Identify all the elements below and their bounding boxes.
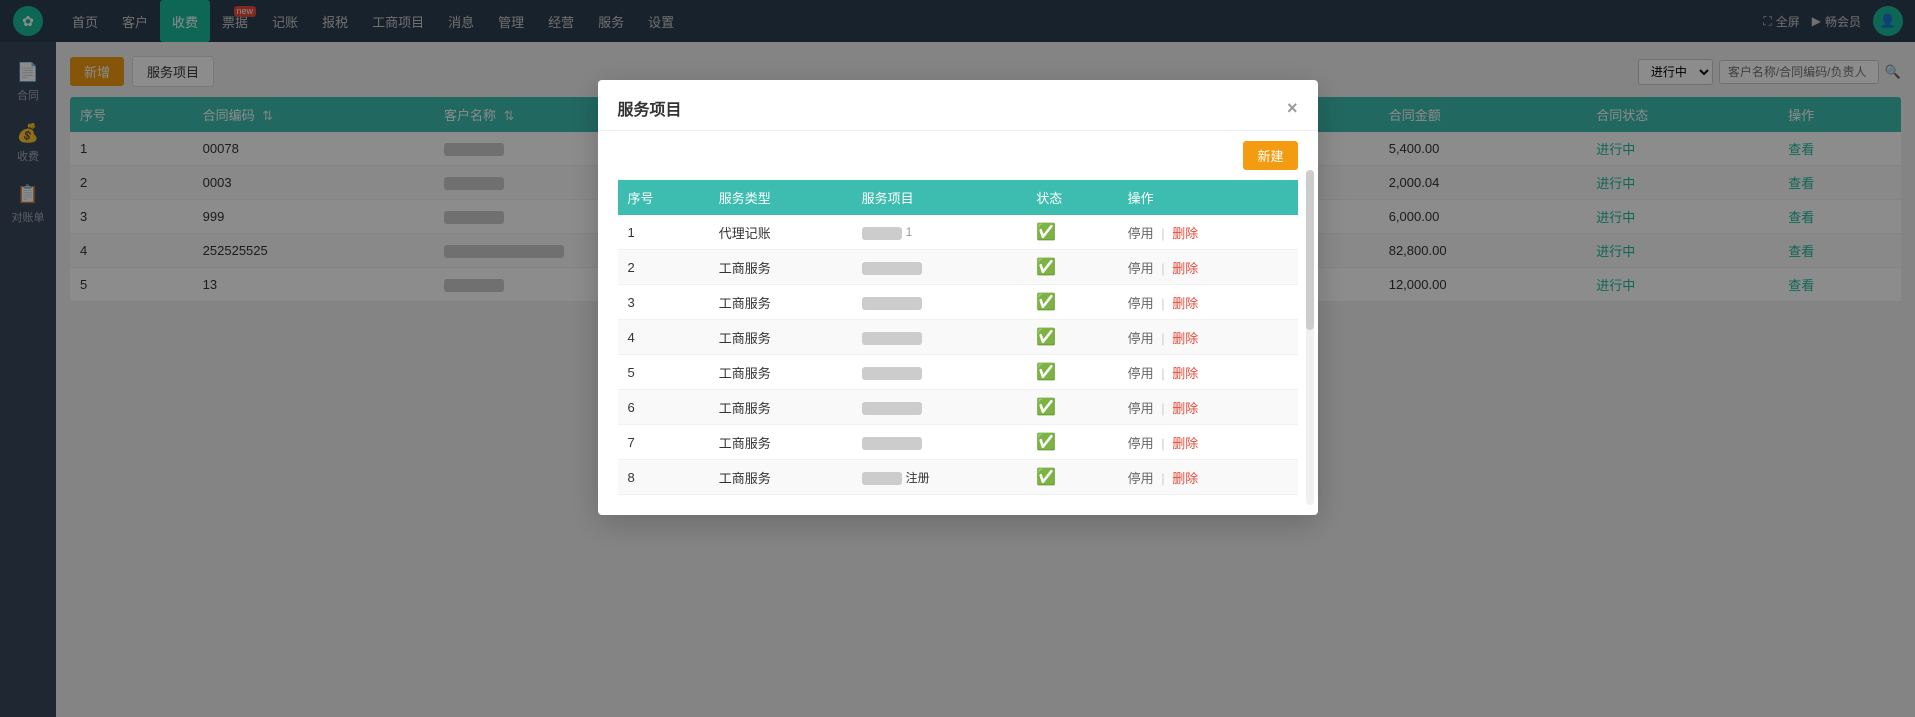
modal-cell-status: ✅ [1026, 215, 1117, 250]
modal-table-row: 5 工商服务 ✅ 停用 | 删除 [618, 355, 1298, 390]
modal-table-header: 序号 服务类型 服务项目 状态 操作 [618, 180, 1298, 215]
modal-table-row: 1 代理记账 1 ✅ 停用 | 删除 [618, 215, 1298, 250]
modal-cell-type: 工商服务 [709, 390, 852, 425]
modal-cell-type: 工商服务 [709, 320, 852, 355]
status-check-icon: ✅ [1036, 434, 1056, 451]
modal-cell-action: 停用 | 删除 [1118, 425, 1298, 460]
modal-cell-action: 停用 | 删除 [1118, 320, 1298, 355]
modal-cell-seq: 5 [618, 355, 709, 390]
modal-col-seq: 序号 [618, 180, 709, 215]
modal-cell-seq: 8 [618, 460, 709, 495]
modal-cell-status: ✅ [1026, 355, 1117, 390]
status-check-icon: ✅ [1036, 399, 1056, 416]
stop-button[interactable]: 停用 [1128, 261, 1154, 276]
modal-cell-seq: 3 [618, 285, 709, 320]
scrollbar-track [1306, 170, 1314, 505]
stop-button[interactable]: 停用 [1128, 471, 1154, 486]
scrollbar-thumb [1306, 170, 1314, 330]
stop-button[interactable]: 停用 [1128, 401, 1154, 416]
modal-cell-status: ✅ [1026, 285, 1117, 320]
modal-table-row: 3 工商服务 ✅ 停用 | 删除 [618, 285, 1298, 320]
modal-cell-type: 工商服务 [709, 285, 852, 320]
modal-cell-item: 注册 [852, 460, 1027, 495]
delete-button[interactable]: 删除 [1172, 401, 1198, 416]
modal-cell-type: 工商服务 [709, 460, 852, 495]
stop-button[interactable]: 停用 [1128, 226, 1154, 241]
modal-cell-type: 工商服务 [709, 250, 852, 285]
modal-title: 服务项目 [618, 96, 682, 120]
modal-col-action: 操作 [1118, 180, 1298, 215]
stop-button[interactable]: 停用 [1128, 436, 1154, 451]
modal-cell-action: 停用 | 删除 [1118, 285, 1298, 320]
stop-button[interactable]: 停用 [1128, 366, 1154, 381]
modal-new-button[interactable]: 新建 [1243, 141, 1297, 170]
modal-cell-type: 代理记账 [709, 215, 852, 250]
modal-cell-status: ✅ [1026, 460, 1117, 495]
modal-cell-seq: 6 [618, 390, 709, 425]
status-check-icon: ✅ [1036, 259, 1056, 276]
modal-cell-item [852, 390, 1027, 425]
modal-table-row: 7 工商服务 ✅ 停用 | 删除 [618, 425, 1298, 460]
modal-cell-action: 停用 | 删除 [1118, 390, 1298, 425]
modal-col-status: 状态 [1026, 180, 1117, 215]
delete-button[interactable]: 删除 [1172, 331, 1198, 346]
modal-header: 服务项目 × [598, 80, 1318, 131]
modal-cell-seq: 2 [618, 250, 709, 285]
status-check-icon: ✅ [1036, 364, 1056, 381]
modal-cell-item [852, 250, 1027, 285]
delete-button[interactable]: 删除 [1172, 366, 1198, 381]
modal-table-row: 8 工商服务 注册 ✅ 停用 | 删除 [618, 460, 1298, 495]
modal-cell-status: ✅ [1026, 250, 1117, 285]
modal-cell-action: 停用 | 删除 [1118, 355, 1298, 390]
service-modal: 服务项目 × 新建 序号 服务类型 服务项目 状态 操作 1 代理记账 [598, 80, 1318, 515]
stop-button[interactable]: 停用 [1128, 296, 1154, 311]
modal-cell-status: ✅ [1026, 425, 1117, 460]
modal-table-row: 2 工商服务 ✅ 停用 | 删除 [618, 250, 1298, 285]
modal-cell-status: ✅ [1026, 390, 1117, 425]
modal-overlay[interactable]: 服务项目 × 新建 序号 服务类型 服务项目 状态 操作 1 代理记账 [0, 0, 1915, 717]
modal-col-item: 服务项目 [852, 180, 1027, 215]
modal-cell-item [852, 355, 1027, 390]
modal-cell-seq: 1 [618, 215, 709, 250]
modal-toolbar: 新建 [598, 131, 1318, 180]
delete-button[interactable]: 删除 [1172, 261, 1198, 276]
modal-col-type: 服务类型 [709, 180, 852, 215]
delete-button[interactable]: 删除 [1172, 436, 1198, 451]
modal-cell-action: 停用 | 删除 [1118, 460, 1298, 495]
modal-cell-status: ✅ [1026, 320, 1117, 355]
modal-cell-seq: 4 [618, 320, 709, 355]
modal-table-row: 6 工商服务 ✅ 停用 | 删除 [618, 390, 1298, 425]
delete-button[interactable]: 删除 [1172, 471, 1198, 486]
status-check-icon: ✅ [1036, 224, 1056, 241]
modal-table-row: 4 工商服务 ✅ 停用 | 删除 [618, 320, 1298, 355]
modal-cell-seq: 7 [618, 425, 709, 460]
delete-button[interactable]: 删除 [1172, 296, 1198, 311]
modal-body: 序号 服务类型 服务项目 状态 操作 1 代理记账 1 ✅ 停用 | 删除 2 … [598, 180, 1318, 515]
status-check-icon: ✅ [1036, 329, 1056, 346]
delete-button[interactable]: 删除 [1172, 226, 1198, 241]
status-check-icon: ✅ [1036, 294, 1056, 311]
modal-cell-item [852, 425, 1027, 460]
stop-button[interactable]: 停用 [1128, 331, 1154, 346]
modal-cell-action: 停用 | 删除 [1118, 215, 1298, 250]
modal-cell-action: 停用 | 删除 [1118, 250, 1298, 285]
modal-cell-item [852, 285, 1027, 320]
modal-cell-item: 1 [852, 215, 1027, 250]
modal-cell-type: 工商服务 [709, 355, 852, 390]
modal-cell-item [852, 320, 1027, 355]
modal-close-button[interactable]: × [1287, 99, 1298, 117]
status-check-icon: ✅ [1036, 469, 1056, 486]
modal-cell-type: 工商服务 [709, 425, 852, 460]
